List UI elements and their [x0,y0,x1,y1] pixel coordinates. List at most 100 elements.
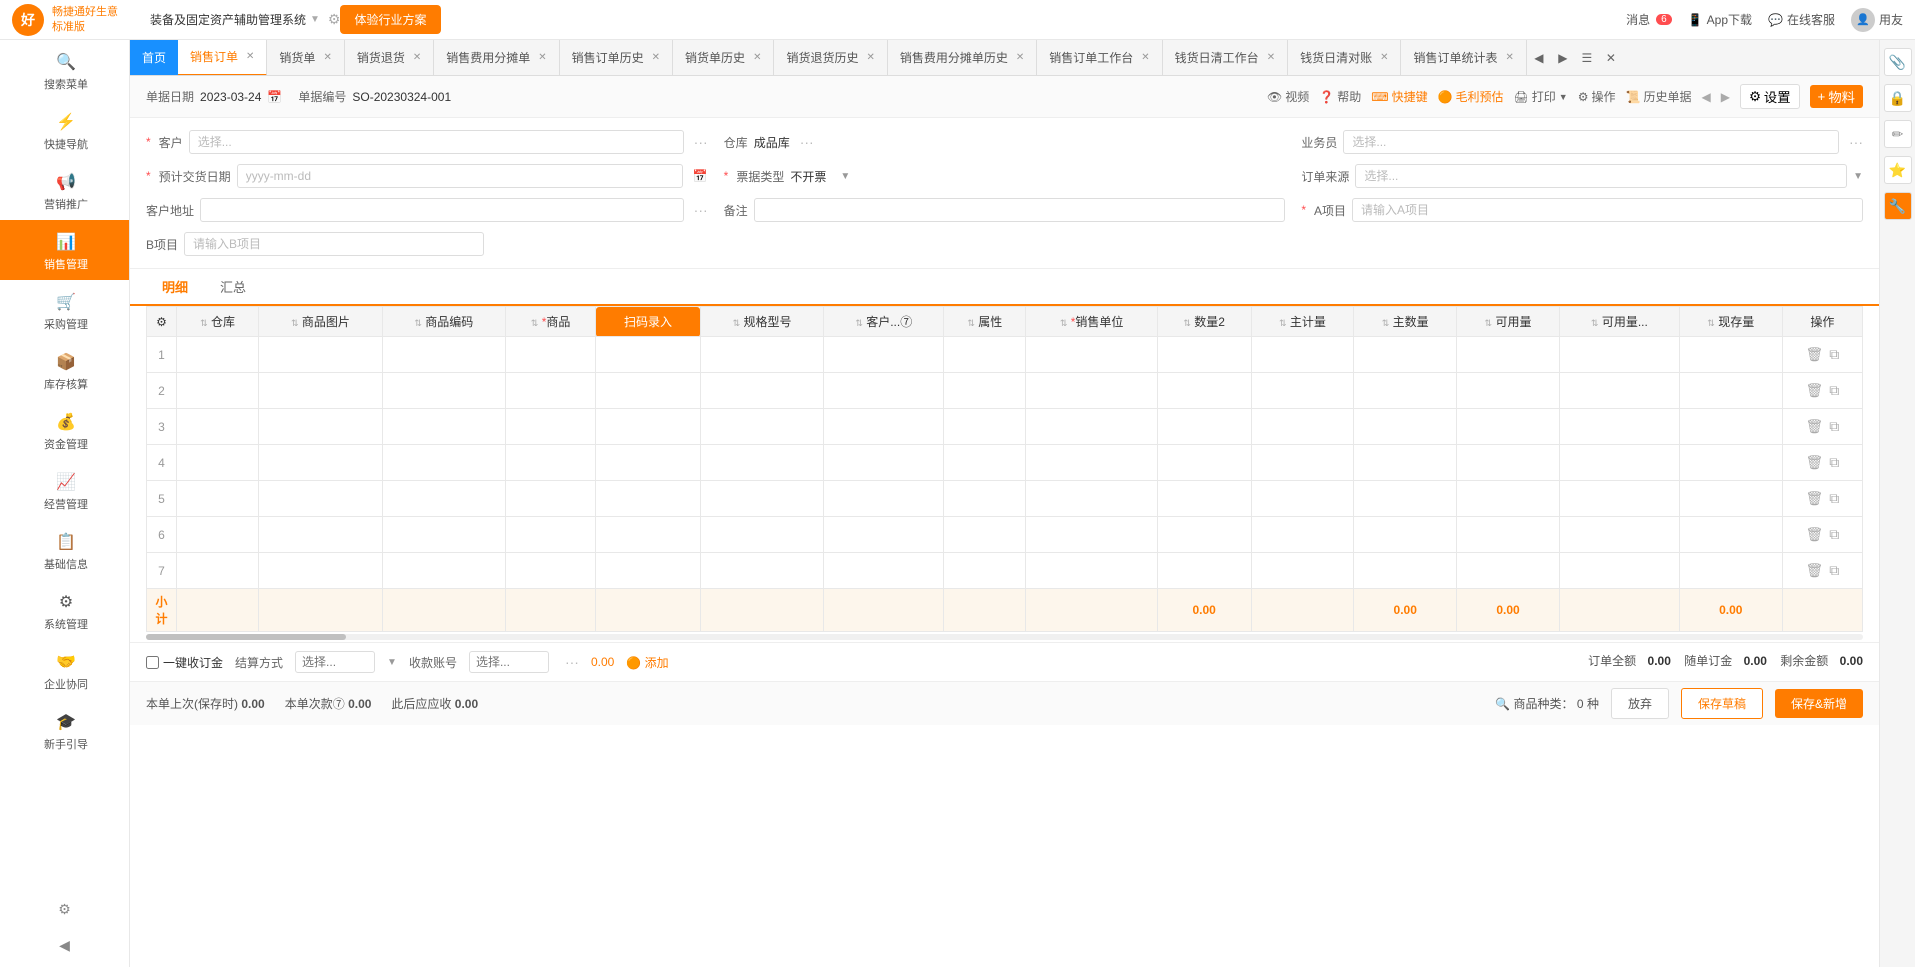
table-cell[interactable] [1457,517,1560,553]
b-project-input[interactable] [184,232,484,256]
table-cell[interactable] [944,337,1026,373]
table-cell[interactable] [382,373,505,409]
tab-close-icon[interactable]: ✕ [1380,52,1388,63]
tab-sales-return[interactable]: 销货退货 ✕ [345,40,434,76]
table-cell[interactable] [1457,409,1560,445]
tab-nav-right[interactable]: ▶ [1551,40,1575,76]
table-cell[interactable] [177,481,259,517]
sidebar-item-marketing[interactable]: 📢 营销推广 [0,160,129,220]
table-cell[interactable] [1354,409,1457,445]
copy-icon[interactable]: ⧉ [1829,382,1839,399]
table-cell[interactable] [596,445,701,481]
print-btn[interactable]: 🖨 打印 ▼ [1514,88,1568,105]
table-cell[interactable] [1026,553,1157,589]
table-cell[interactable] [824,517,944,553]
table-cell[interactable] [259,445,382,481]
table-cell[interactable] [1457,337,1560,373]
table-cell[interactable] [259,373,382,409]
table-cell[interactable] [177,373,259,409]
tab-fee-history[interactable]: 销售费用分摊单历史 ✕ [888,40,1037,76]
copy-icon[interactable]: ⧉ [1829,418,1839,435]
table-cell[interactable] [1157,553,1251,589]
table-cell[interactable] [1679,409,1782,445]
tab-nav-list[interactable]: ☰ [1575,40,1599,76]
table-cell[interactable] [1157,337,1251,373]
tab-goods-history[interactable]: 销货单历史 ✕ [673,40,774,76]
tab-close-icon[interactable]: ✕ [323,52,331,63]
table-cell[interactable] [1251,553,1354,589]
table-cell[interactable] [177,445,259,481]
table-cell[interactable] [944,481,1026,517]
tab-home[interactable]: 首页 [130,40,178,76]
table-cell[interactable] [1559,553,1679,589]
copy-icon[interactable]: ⧉ [1829,526,1839,543]
copy-icon[interactable]: ⧉ [1829,454,1839,471]
table-cell[interactable] [177,337,259,373]
scroll-bar[interactable] [130,632,1879,642]
delete-icon[interactable]: 🗑 [1805,382,1823,399]
customer-input[interactable] [189,130,684,154]
right-panel-icon-2[interactable]: 🔒 [1884,84,1912,112]
chevron-down-icon[interactable]: ▼ [1853,171,1863,182]
user-menu[interactable]: 👤 用友 [1851,8,1903,32]
table-cell[interactable] [1251,517,1354,553]
table-cell[interactable] [1354,373,1457,409]
table-cell[interactable] [1457,373,1560,409]
tab-cash-workbench[interactable]: 钱货日清工作台 ✕ [1163,40,1288,76]
table-cell[interactable] [382,445,505,481]
tab-sales-stats[interactable]: 销售订单统计表 ✕ [1401,40,1526,76]
right-panel-icon-3[interactable]: ✏ [1884,120,1912,148]
table-cell[interactable] [824,373,944,409]
profit-btn[interactable]: 🟠 毛利预估 [1438,88,1504,105]
sidebar-item-inventory[interactable]: 📦 库存核算 [0,340,129,400]
delete-icon[interactable]: 🗑 [1805,346,1823,363]
calendar-icon[interactable]: 📅 [693,169,708,183]
table-cell[interactable] [382,337,505,373]
tab-summary[interactable]: 汇总 [204,269,262,304]
sidebar-item-search[interactable]: 🔍 搜索菜单 [0,40,129,100]
sidebar-item-basic-info[interactable]: 📋 基础信息 [0,520,129,580]
table-cell[interactable] [1354,517,1457,553]
tab-sales-order[interactable]: 销售订单 ✕ [178,40,267,76]
scroll-thumb[interactable] [146,634,346,640]
table-cell[interactable] [596,517,701,553]
warehouse-more-icon[interactable]: ··· [800,134,814,150]
right-panel-icon-1[interactable]: 📎 [1884,48,1912,76]
app-download-link[interactable]: 📱 App下载 [1688,11,1752,28]
customer-more-icon[interactable]: ··· [694,134,708,150]
online-service-link[interactable]: 💬 在线客服 [1768,11,1835,28]
table-cell[interactable] [700,409,823,445]
discard-button[interactable]: 放弃 [1611,688,1669,719]
table-cell[interactable] [505,517,595,553]
table-cell[interactable] [1026,517,1157,553]
table-cell[interactable] [1354,445,1457,481]
table-cell[interactable] [1157,409,1251,445]
tab-nav-left[interactable]: ◀ [1527,40,1551,76]
tab-close-icon[interactable]: ✕ [753,52,761,63]
delete-icon[interactable]: 🗑 [1805,562,1823,579]
history-btn[interactable]: 📜 历史单据 [1626,88,1692,105]
sidebar-item-guide[interactable]: 🎓 新手引导 [0,700,129,760]
table-cell[interactable] [382,517,505,553]
table-cell[interactable] [259,337,382,373]
delete-icon[interactable]: 🗑 [1805,490,1823,507]
table-cell[interactable] [824,553,944,589]
tab-close-icon[interactable]: ✕ [538,52,546,63]
right-panel-icon-5[interactable]: 🔧 [1884,192,1912,220]
calendar-icon[interactable]: 📅 [267,90,282,104]
table-cell[interactable] [1679,553,1782,589]
sidebar-item-purchase[interactable]: 🛒 采购管理 [0,280,129,340]
table-cell[interactable] [700,373,823,409]
table-cell[interactable] [944,409,1026,445]
table-cell[interactable] [1026,409,1157,445]
table-cell[interactable] [505,373,595,409]
settings-icon[interactable]: ⚙ [156,315,167,329]
table-cell[interactable] [1679,445,1782,481]
table-cell[interactable] [700,337,823,373]
table-cell[interactable] [1679,373,1782,409]
tab-sales-fee[interactable]: 销售费用分摊单 ✕ [434,40,559,76]
table-cell[interactable] [1354,553,1457,589]
tab-close-icon[interactable]: ✕ [1506,52,1514,63]
table-cell[interactable] [1026,481,1157,517]
note-input[interactable] [754,198,1286,222]
